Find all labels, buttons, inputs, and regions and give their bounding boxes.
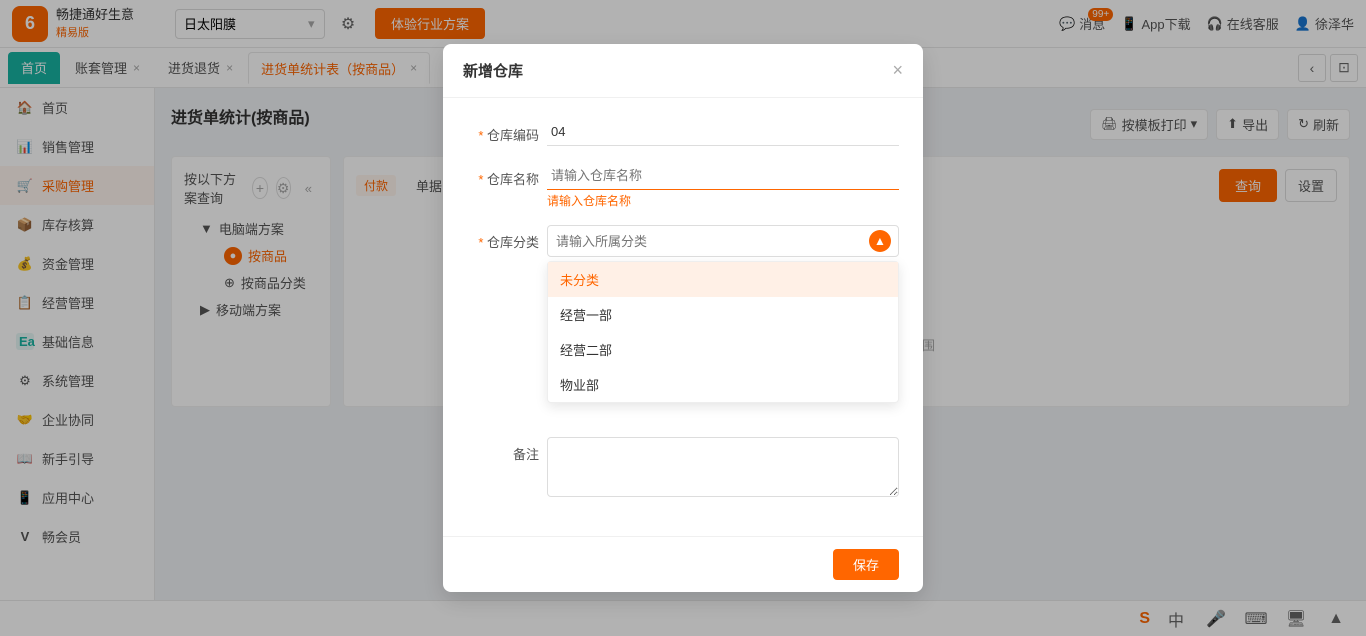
modal-footer: 保存 — [443, 536, 923, 592]
remark-field-wrap — [547, 437, 899, 500]
category-field-row: 仓库分类 ▲ 未分类 经营一部 经营二部 物业部 — [467, 225, 899, 257]
remark-input[interactable] — [547, 437, 899, 497]
dropdown-item-dept2[interactable]: 经营二部 — [548, 332, 898, 367]
name-error-msg: 请输入仓库名称 — [547, 192, 899, 209]
modal-overlay: 新增仓库 × 仓库编码 仓库名称 请输入仓库名称 仓库分类 — [0, 0, 1366, 636]
category-input[interactable] — [547, 225, 899, 257]
dropdown-item-dept3[interactable]: 物业部 — [548, 367, 898, 402]
dropdown-item-uncategorized[interactable]: 未分类 — [548, 262, 898, 297]
category-field-label: 仓库分类 — [467, 225, 547, 251]
code-field-row: 仓库编码 — [467, 118, 899, 146]
modal-title: 新增仓库 — [463, 60, 523, 81]
code-input[interactable] — [547, 118, 899, 146]
remark-field-row: 备注 — [467, 437, 899, 500]
name-field-row: 仓库名称 请输入仓库名称 — [467, 162, 899, 209]
remark-field-label: 备注 — [467, 437, 547, 463]
category-field-wrap: ▲ 未分类 经营一部 经营二部 物业部 — [547, 225, 899, 257]
category-dropdown-list: 未分类 经营一部 经营二部 物业部 — [547, 261, 899, 403]
add-warehouse-modal: 新增仓库 × 仓库编码 仓库名称 请输入仓库名称 仓库分类 — [443, 44, 923, 592]
modal-header: 新增仓库 × — [443, 44, 923, 98]
name-field-wrap: 请输入仓库名称 — [547, 162, 899, 209]
dropdown-item-dept1[interactable]: 经营一部 — [548, 297, 898, 332]
code-field-label: 仓库编码 — [467, 118, 547, 144]
name-input[interactable] — [547, 162, 899, 190]
save-button[interactable]: 保存 — [833, 549, 899, 580]
code-field-wrap — [547, 118, 899, 146]
name-field-label: 仓库名称 — [467, 162, 547, 188]
modal-close-button[interactable]: × — [892, 60, 903, 81]
modal-body: 仓库编码 仓库名称 请输入仓库名称 仓库分类 ▲ — [443, 98, 923, 536]
category-dropdown-arrow[interactable]: ▲ — [869, 230, 891, 252]
